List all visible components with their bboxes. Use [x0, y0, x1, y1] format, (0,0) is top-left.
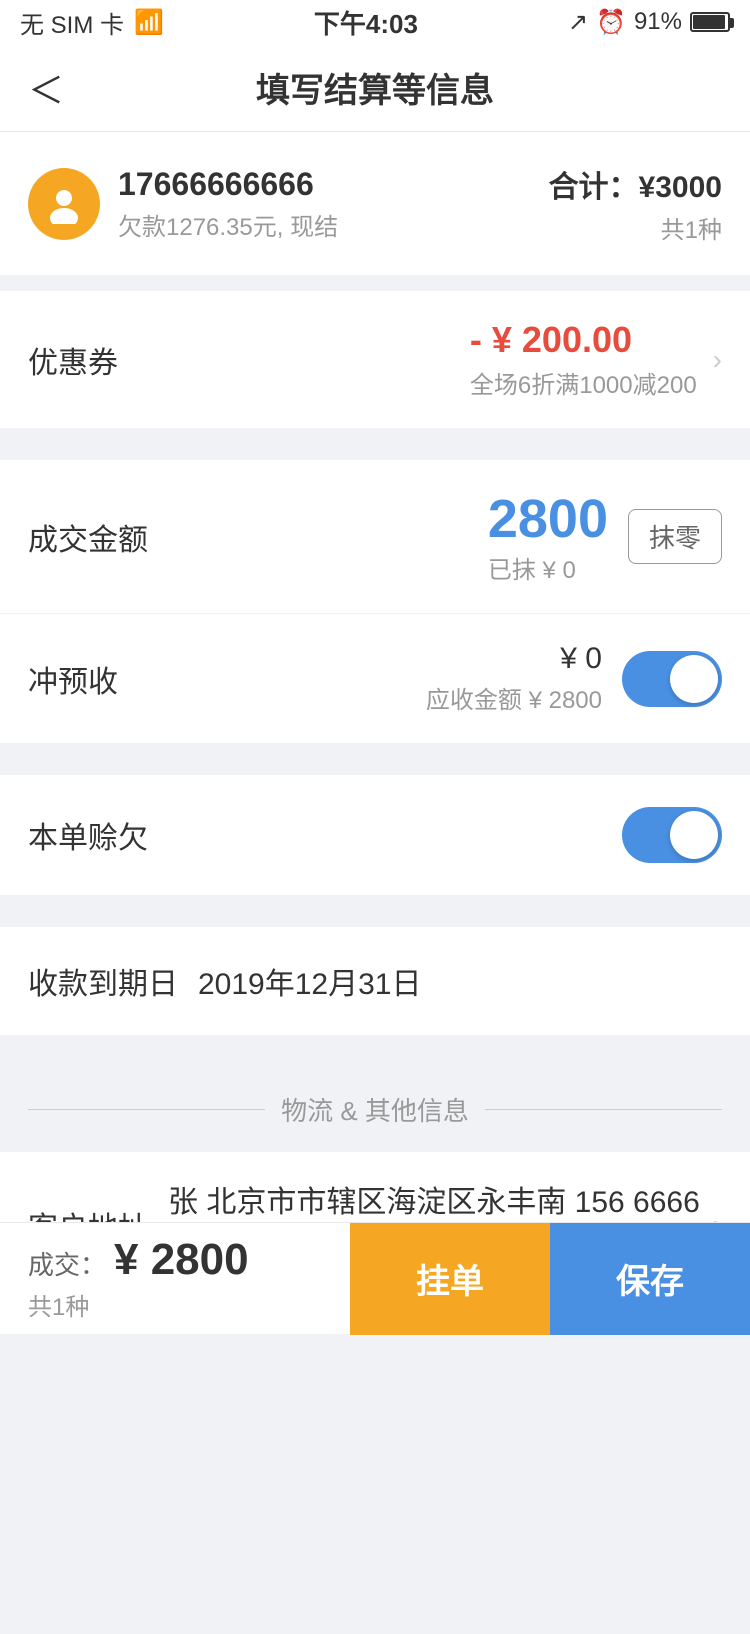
logistics-section-header: 物流 & 其他信息: [0, 1067, 750, 1152]
transaction-label: 成交金额: [28, 515, 148, 559]
wifi-icon: 📶: [134, 8, 164, 37]
bottom-bar: 成交： ¥ 2800 共1种 挂单 保存: [0, 1222, 750, 1334]
hold-button[interactable]: 挂单: [350, 1223, 550, 1335]
user-total: 合计：¥3000 共1种: [549, 162, 722, 245]
status-bar: 无 SIM 卡 📶 下午4:03 ↗ ⏰ 91%: [0, 0, 750, 44]
battery-percent: 91%: [634, 8, 682, 36]
user-row: 17666666666 欠款1276.35元, 现结 合计：¥3000 共1种: [0, 132, 750, 275]
debt-card: 本单赊欠: [0, 775, 750, 895]
duedate-row: 收款到期日 2019年12月31日: [0, 927, 750, 1035]
duedate-label: 收款到期日: [28, 959, 178, 1003]
bottom-deal-row: 成交： ¥ 2800: [28, 1235, 322, 1285]
transaction-right: 2800 已抹 ¥ 0 抹零: [488, 488, 722, 585]
user-left: 17666666666 欠款1276.35元, 现结: [28, 166, 338, 242]
chevron-right-icon: ›: [713, 344, 722, 376]
section-divider-2: [0, 759, 750, 775]
coupon-label: 优惠券: [28, 338, 118, 382]
coupon-row[interactable]: 优惠券 - ¥ 200.00 全场6折满1000减200 ›: [0, 291, 750, 428]
user-debt: 欠款1276.35元, 现结: [118, 207, 338, 242]
section-line-left: [28, 1109, 265, 1110]
coupon-value-block: - ¥ 200.00 全场6折满1000减200: [470, 319, 697, 400]
transaction-card: 成交金额 2800 已抹 ¥ 0 抹零 冲预收 ¥ 0 应收金额 ¥ 2800: [0, 460, 750, 743]
section-line-right: [485, 1109, 722, 1110]
section-divider-3: [0, 911, 750, 927]
duedate-value: 2019年12月31日: [198, 959, 421, 1003]
bottom-deal-label: 成交：: [28, 1245, 106, 1282]
back-button[interactable]: ＜: [28, 62, 64, 114]
coupon-right: - ¥ 200.00 全场6折满1000减200 ›: [470, 319, 722, 400]
precharge-value-block: ¥ 0 应收金额 ¥ 2800: [426, 642, 602, 715]
coupon-desc: 全场6折满1000减200: [470, 365, 697, 400]
section-divider-5: [0, 1314, 750, 1514]
section-divider-4: [0, 1051, 750, 1067]
precharge-sub: 应收金额 ¥ 2800: [426, 680, 602, 715]
total-amount: 合计：¥3000: [549, 162, 722, 206]
status-time: 下午4:03: [314, 4, 418, 41]
debt-label: 本单赊欠: [28, 813, 148, 857]
transaction-amount-block: 2800 已抹 ¥ 0: [488, 488, 608, 585]
debt-toggle-knob: [670, 811, 718, 859]
user-phone: 17666666666: [118, 166, 338, 203]
page-title: 填写结算等信息: [256, 63, 494, 112]
carrier-label: 无 SIM 卡: [20, 5, 124, 40]
section-header-text: 物流 & 其他信息: [281, 1091, 469, 1128]
duedate-card: 收款到期日 2019年12月31日: [0, 927, 750, 1035]
bottom-deal-amount: ¥ 2800: [114, 1235, 249, 1285]
status-left: 无 SIM 卡 📶: [20, 5, 164, 40]
transaction-sub: 已抹 ¥ 0: [488, 550, 608, 585]
user-info: 17666666666 欠款1276.35元, 现结: [118, 166, 338, 242]
precharge-value: ¥ 0: [426, 642, 602, 676]
location-icon: ↗: [568, 8, 588, 37]
debt-row: 本单赊欠: [0, 775, 750, 895]
avatar: [28, 168, 100, 240]
precharge-right: ¥ 0 应收金额 ¥ 2800: [426, 642, 722, 715]
precharge-label: 冲预收: [28, 657, 118, 701]
total-count: 共1种: [549, 210, 722, 245]
alarm-icon: ⏰: [596, 8, 626, 37]
user-info-card: 17666666666 欠款1276.35元, 现结 合计：¥3000 共1种: [0, 132, 750, 275]
bottom-summary: 成交： ¥ 2800 共1种: [0, 1235, 350, 1322]
battery-icon: [690, 12, 730, 32]
section-divider-1: [0, 444, 750, 460]
transaction-amount: 2800: [488, 488, 608, 550]
precharge-row: 冲预收 ¥ 0 应收金额 ¥ 2800: [0, 614, 750, 743]
save-button[interactable]: 保存: [550, 1223, 750, 1335]
round-button[interactable]: 抹零: [628, 509, 722, 564]
bottom-count: 共1种: [28, 1287, 322, 1322]
transaction-row: 成交金额 2800 已抹 ¥ 0 抹零: [0, 460, 750, 614]
coupon-card: 优惠券 - ¥ 200.00 全场6折满1000减200 ›: [0, 291, 750, 428]
precharge-toggle[interactable]: [622, 651, 722, 707]
content: 17666666666 欠款1276.35元, 现结 合计：¥3000 共1种 …: [0, 132, 750, 1634]
debt-toggle[interactable]: [622, 807, 722, 863]
toggle-knob: [670, 655, 718, 703]
nav-bar: ＜ 填写结算等信息: [0, 44, 750, 132]
status-right: ↗ ⏰ 91%: [568, 8, 730, 37]
coupon-value: - ¥ 200.00: [470, 319, 697, 361]
